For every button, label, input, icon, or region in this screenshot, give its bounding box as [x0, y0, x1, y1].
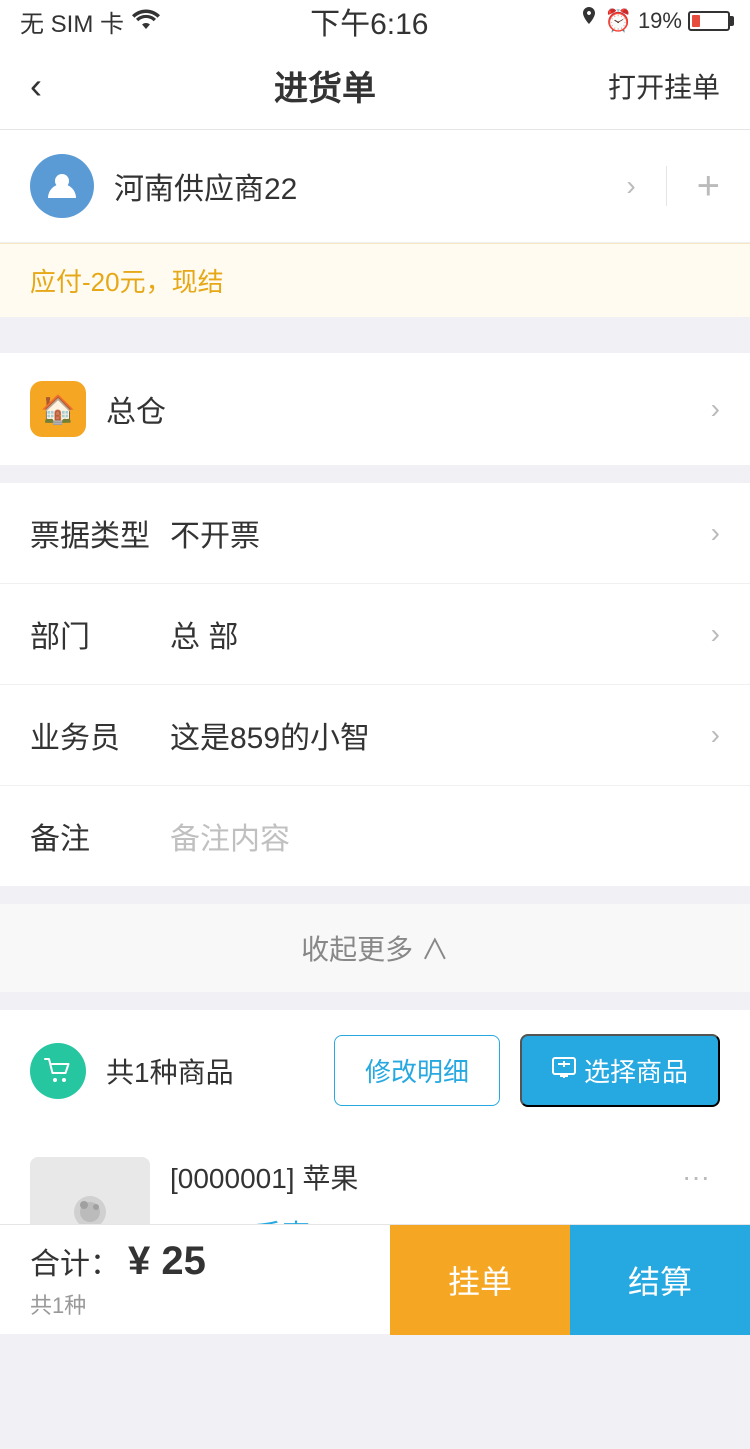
select-product-icon [552, 1055, 576, 1086]
product-code: [0000001] [170, 1163, 295, 1194]
supplier-row[interactable]: 河南供应商22 › + [0, 130, 750, 243]
product-count-label: 共1种商品 [106, 1051, 314, 1091]
footer: 合计： ¥ 25 共1种 挂单 结算 [0, 1224, 750, 1334]
supplier-notice: 应付-20元，现结 [0, 243, 750, 317]
status-indicators: ⏰ 19% [579, 7, 730, 35]
page-title: 进货单 [274, 61, 376, 110]
collapse-toggle[interactable]: 收起更多 ∧ [0, 904, 750, 992]
open-hang-button[interactable]: 打开挂单 [608, 66, 720, 106]
dept-value: 总 部 [170, 612, 701, 656]
add-supplier-button[interactable]: + [697, 164, 720, 209]
product-name: [0000001] 苹果 [170, 1157, 652, 1197]
form-section: 票据类型 不开票 › 部门 总 部 › 业务员 这是859的小智 › 备注 备注… [0, 483, 750, 886]
nav-bar: ‹ 进货单 打开挂单 [0, 42, 750, 130]
product-header: 共1种商品 修改明细 选择商品 [0, 1010, 750, 1131]
warehouse-chevron-icon: › [711, 393, 720, 425]
salesperson-label: 业务员 [30, 713, 170, 757]
status-bar: 无 SIM 卡 下午6:16 ⏰ 19% [0, 0, 750, 42]
select-product-label: 选择商品 [584, 1052, 688, 1089]
invoice-label: 票据类型 [30, 511, 170, 555]
footer-spacer [0, 1319, 750, 1449]
collapse-label: 收起更多 ∧ [301, 928, 449, 968]
sep1 [0, 317, 750, 335]
dept-chevron-icon: › [711, 618, 720, 650]
dept-row[interactable]: 部门 总 部 › [0, 584, 750, 685]
remark-label: 备注 [30, 814, 170, 858]
product-more-button[interactable]: ··· [672, 1157, 720, 1197]
edit-detail-button[interactable]: 修改明细 [334, 1035, 500, 1106]
alarm-icon: ⏰ [605, 8, 632, 34]
status-carrier: 无 SIM 卡 [20, 4, 160, 39]
warehouse-name: 总仓 [106, 387, 711, 431]
product-title: 苹果 [302, 1163, 358, 1194]
warehouse-section: 🏠 总仓 › [0, 353, 750, 465]
salesperson-row[interactable]: 业务员 这是859的小智 › [0, 685, 750, 786]
invoice-value: 不开票 [170, 511, 701, 555]
wifi-icon [132, 7, 160, 36]
hang-button[interactable]: 挂单 [390, 1225, 570, 1335]
total-amount: ¥ 25 [128, 1239, 206, 1284]
cart-icon [30, 1043, 86, 1099]
total-label: 合计： [30, 1239, 120, 1283]
salesperson-value: 这是859的小智 [170, 713, 701, 757]
select-product-button[interactable]: 选择商品 [520, 1034, 720, 1107]
supplier-avatar [30, 154, 94, 218]
back-button[interactable]: ‹ [30, 65, 42, 107]
settle-button[interactable]: 结算 [570, 1225, 750, 1335]
battery-text: 19% [638, 8, 682, 34]
warehouse-row[interactable]: 🏠 总仓 › [0, 353, 750, 465]
battery-icon [688, 11, 730, 31]
dept-label: 部门 [30, 612, 170, 656]
status-time: 下午6:16 [310, 0, 428, 43]
supplier-name: 河南供应商22 [114, 164, 626, 208]
warehouse-icon: 🏠 [30, 381, 86, 437]
invoice-chevron-icon: › [711, 517, 720, 549]
supplier-chevron-icon: › [626, 170, 635, 202]
invoice-row[interactable]: 票据类型 不开票 › [0, 483, 750, 584]
footer-total: 合计： ¥ 25 共1种 [0, 1239, 390, 1320]
total-main: 合计： ¥ 25 [30, 1239, 360, 1284]
remark-input[interactable]: 备注内容 [170, 814, 720, 858]
salesperson-chevron-icon: › [711, 719, 720, 751]
total-sub: 共1种 [30, 1288, 360, 1320]
supplier-section: 河南供应商22 › + 应付-20元，现结 [0, 130, 750, 317]
carrier-text: 无 SIM 卡 [20, 4, 124, 39]
location-icon [579, 7, 599, 35]
remark-row[interactable]: 备注 备注内容 [0, 786, 750, 886]
supplier-divider [666, 166, 667, 206]
